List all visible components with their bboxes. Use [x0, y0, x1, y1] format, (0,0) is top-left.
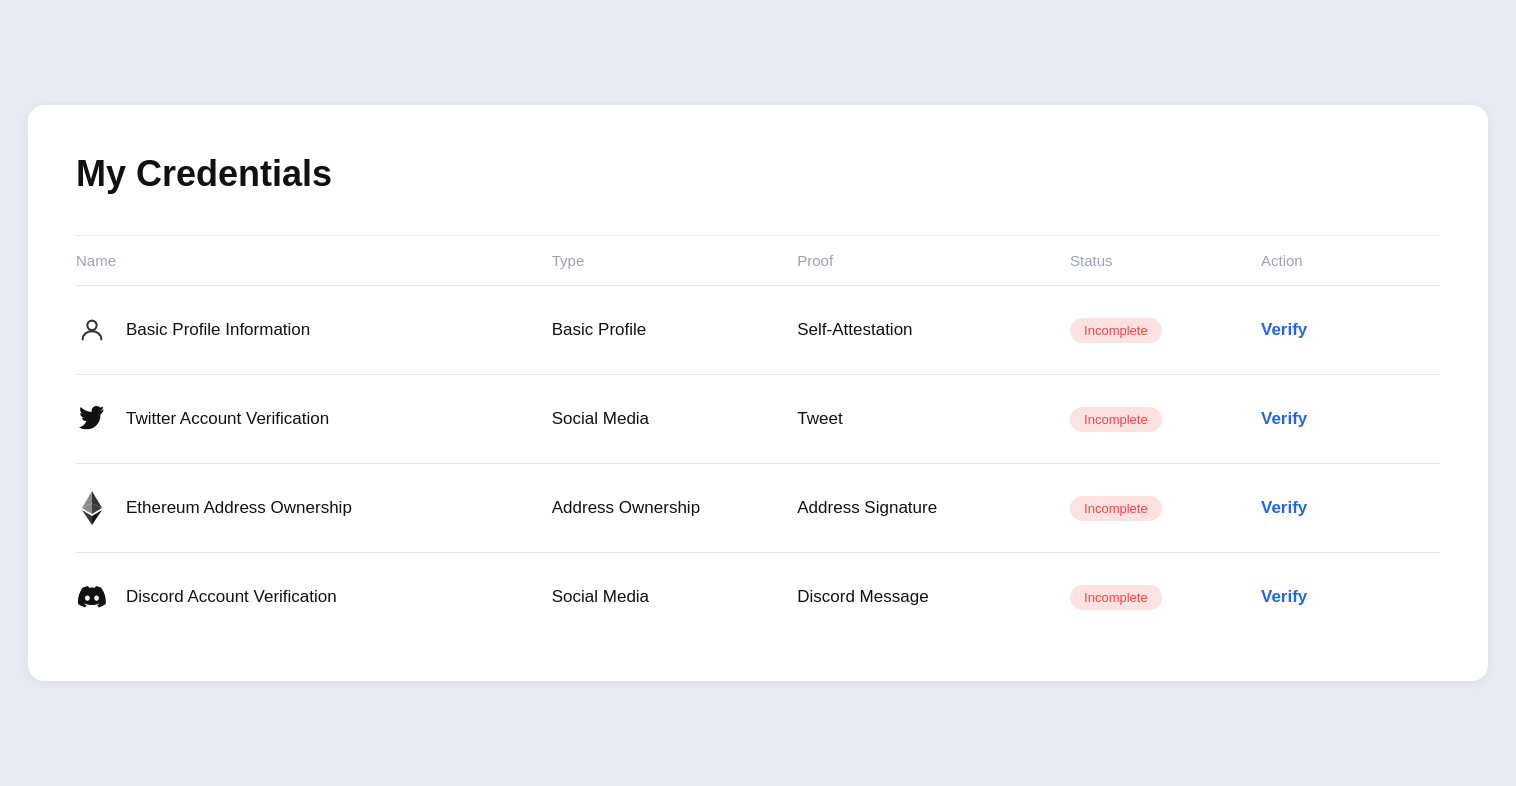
credentials-table: Name Type Proof Status Action Basic Prof… [76, 235, 1440, 641]
credential-proof: Self-Attestation [785, 286, 1058, 375]
credential-name: Ethereum Address Ownership [126, 498, 352, 518]
credential-action: Verify [1249, 286, 1440, 375]
credential-proof: Discord Message [785, 553, 1058, 642]
credential-status: Incomplete [1058, 286, 1249, 375]
status-badge: Incomplete [1070, 496, 1162, 521]
credential-name: Basic Profile Information [126, 320, 310, 340]
credential-type: Address Ownership [540, 464, 786, 553]
table-row: Ethereum Address Ownership Address Owner… [76, 464, 1440, 553]
table-header-row: Name Type Proof Status Action [76, 236, 1440, 286]
col-header-name: Name [76, 236, 540, 286]
credential-name: Twitter Account Verification [126, 409, 329, 429]
svg-point-0 [87, 321, 96, 330]
credential-status: Incomplete [1058, 464, 1249, 553]
col-header-action: Action [1249, 236, 1440, 286]
credential-action: Verify [1249, 375, 1440, 464]
verify-button[interactable]: Verify [1261, 409, 1307, 429]
verify-button[interactable]: Verify [1261, 498, 1307, 518]
table-row: Twitter Account Verification Social Medi… [76, 375, 1440, 464]
status-badge: Incomplete [1070, 407, 1162, 432]
credential-name-cell: Twitter Account Verification [76, 375, 540, 464]
credential-status: Incomplete [1058, 375, 1249, 464]
credential-action: Verify [1249, 464, 1440, 553]
person-icon [76, 314, 108, 346]
page-title: My Credentials [76, 153, 1440, 195]
col-header-proof: Proof [785, 236, 1058, 286]
status-badge: Incomplete [1070, 585, 1162, 610]
col-header-status: Status [1058, 236, 1249, 286]
discord-icon [76, 581, 108, 613]
credential-type: Basic Profile [540, 286, 786, 375]
credential-status: Incomplete [1058, 553, 1249, 642]
credential-type: Social Media [540, 553, 786, 642]
credential-name-cell: Basic Profile Information [76, 286, 540, 375]
credential-name-cell: Ethereum Address Ownership [76, 464, 540, 553]
table-row: Basic Profile Information Basic Profile … [76, 286, 1440, 375]
credentials-card: My Credentials Name Type Proof Status Ac… [28, 105, 1488, 681]
verify-button[interactable]: Verify [1261, 587, 1307, 607]
credential-name: Discord Account Verification [126, 587, 337, 607]
table-row: Discord Account Verification Social Medi… [76, 553, 1440, 642]
twitter-icon [76, 403, 108, 435]
credential-proof: Address Signature [785, 464, 1058, 553]
credential-action: Verify [1249, 553, 1440, 642]
ethereum-icon [76, 492, 108, 524]
credential-name-cell: Discord Account Verification [76, 553, 540, 642]
status-badge: Incomplete [1070, 318, 1162, 343]
credential-type: Social Media [540, 375, 786, 464]
verify-button[interactable]: Verify [1261, 320, 1307, 340]
col-header-type: Type [540, 236, 786, 286]
credential-proof: Tweet [785, 375, 1058, 464]
